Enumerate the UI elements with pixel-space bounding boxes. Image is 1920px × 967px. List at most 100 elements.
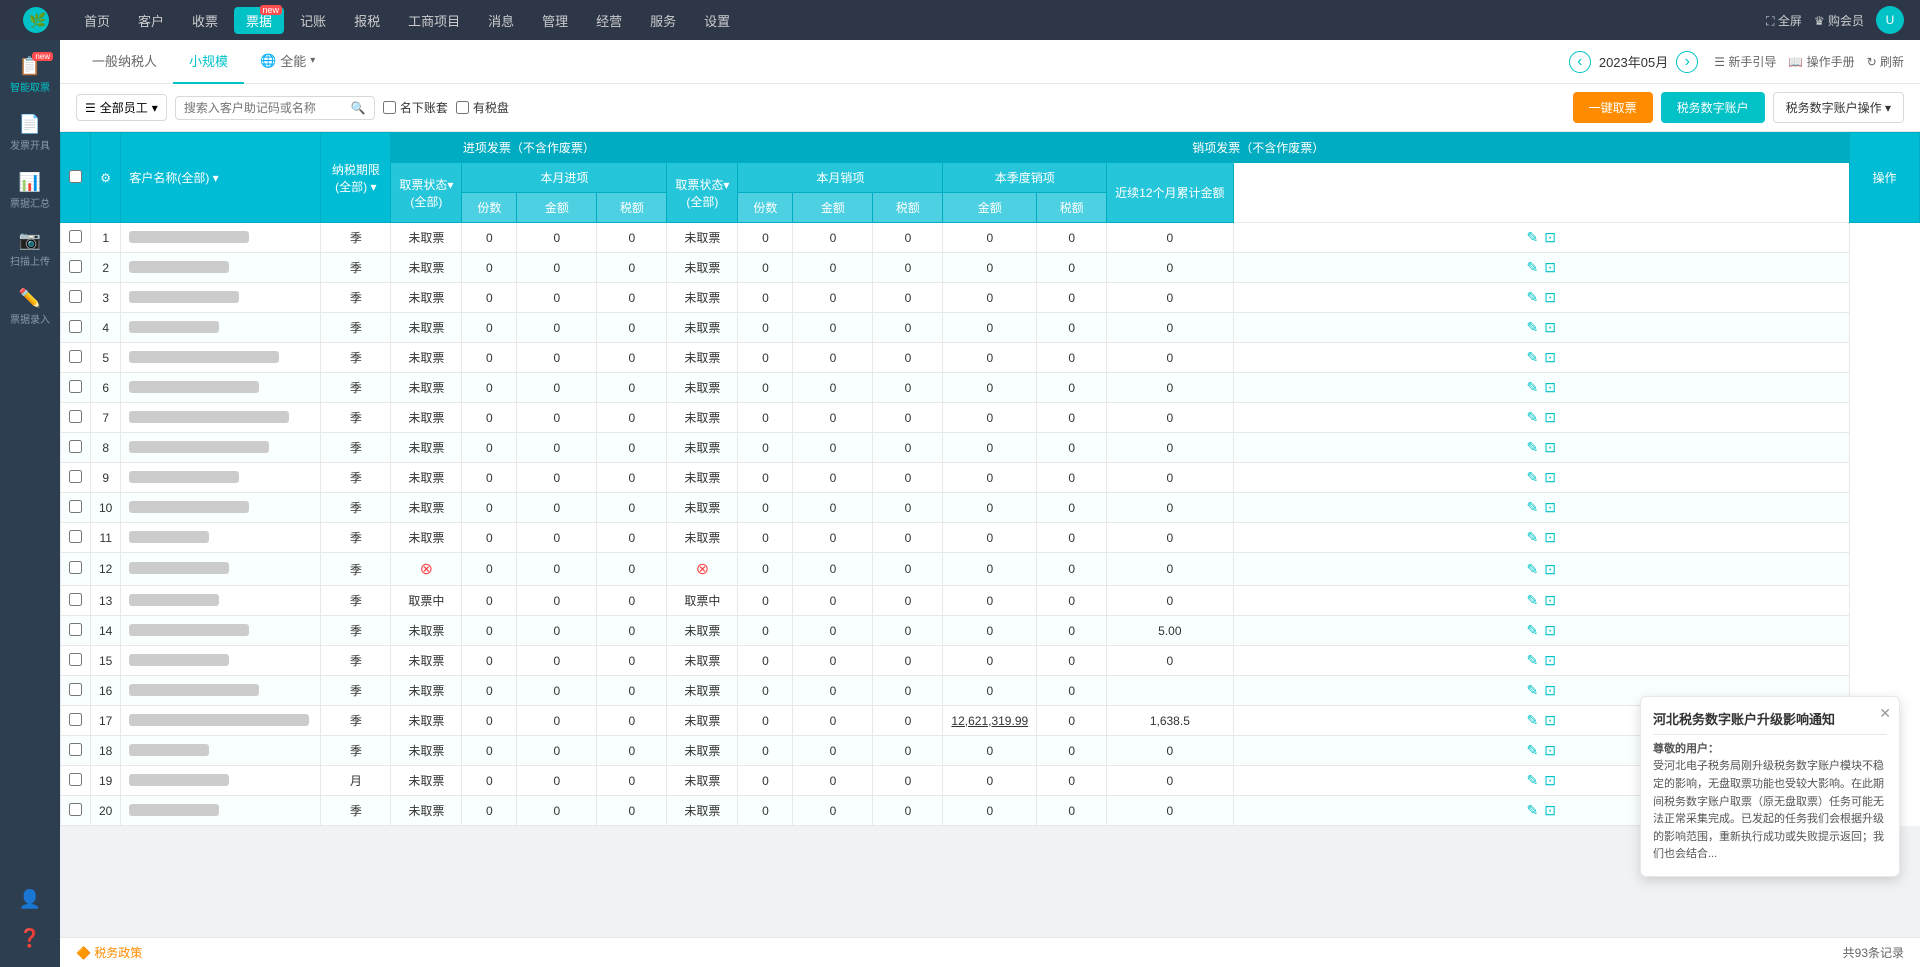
row-checkbox[interactable] (69, 320, 82, 333)
nav-tax[interactable]: 报税 (342, 7, 392, 34)
copy-icon[interactable]: ⊡ (1544, 379, 1556, 396)
row-checkbox[interactable] (69, 561, 82, 574)
th-in-status[interactable]: 取票状态▾(全部) (391, 163, 462, 223)
manual-link[interactable]: 📖 操作手册 (1788, 53, 1854, 70)
nav-service[interactable]: 服务 (638, 7, 688, 34)
row-checkbox[interactable] (69, 623, 82, 636)
one-click-btn[interactable]: 一键取票 (1573, 92, 1653, 123)
row-checkbox[interactable] (69, 440, 82, 453)
cell-checkbox[interactable] (61, 373, 91, 403)
copy-icon[interactable]: ⊡ (1544, 349, 1556, 366)
edit-icon[interactable]: ✎ (1527, 319, 1539, 336)
checkbox-has-disk-input[interactable] (456, 101, 469, 114)
row-checkbox[interactable] (69, 713, 82, 726)
copy-icon[interactable]: ⊡ (1544, 592, 1556, 609)
cell-checkbox[interactable] (61, 253, 91, 283)
refresh-link[interactable]: ↻ 刷新 (1867, 53, 1904, 70)
nav-client[interactable]: 客户 (126, 7, 176, 34)
fullscreen-btn[interactable]: ⛶ 全屏 (1766, 12, 1802, 29)
row-checkbox[interactable] (69, 500, 82, 513)
copy-icon[interactable]: ⊡ (1544, 319, 1556, 336)
edit-icon[interactable]: ✎ (1527, 439, 1539, 456)
checkbox-has-disk[interactable]: 有税盘 (456, 99, 509, 116)
cell-checkbox[interactable] (61, 283, 91, 313)
edit-icon[interactable]: ✎ (1527, 592, 1539, 609)
copy-icon[interactable]: ⊡ (1544, 682, 1556, 699)
copy-icon[interactable]: ⊡ (1544, 259, 1556, 276)
copy-icon[interactable]: ⊡ (1544, 622, 1556, 639)
tab-general-taxpayer[interactable]: 一般纳税人 (76, 40, 173, 84)
cell-checkbox[interactable] (61, 523, 91, 553)
copy-icon[interactable]: ⊡ (1544, 439, 1556, 456)
date-prev-arrow[interactable]: ‹ (1569, 51, 1591, 73)
sidebar-item-entry[interactable]: ✏️ 票据录入 (3, 280, 57, 334)
copy-icon[interactable]: ⊡ (1544, 652, 1556, 669)
tab-all-capable[interactable]: 🌐 全能 ▾ (244, 40, 331, 84)
edit-icon[interactable]: ✎ (1527, 772, 1539, 789)
row-checkbox[interactable] (69, 773, 82, 786)
cell-checkbox[interactable] (61, 586, 91, 616)
edit-icon[interactable]: ✎ (1527, 682, 1539, 699)
copy-icon[interactable]: ⊡ (1544, 499, 1556, 516)
copy-icon[interactable]: ⊡ (1544, 561, 1556, 578)
tax-ops-btn[interactable]: 税务数字账户操作 ▾ (1773, 92, 1904, 123)
row-checkbox[interactable] (69, 653, 82, 666)
copy-icon[interactable]: ⊡ (1544, 802, 1556, 819)
notification-close-btn[interactable]: ✕ (1879, 705, 1891, 722)
copy-icon[interactable]: ⊡ (1544, 772, 1556, 789)
checkbox-sub-accounts-input[interactable] (383, 101, 396, 114)
row-checkbox[interactable] (69, 530, 82, 543)
th-client-name[interactable]: 客户名称(全部) ▾ (121, 133, 321, 223)
guide-link[interactable]: ☰ 新手引导 (1714, 53, 1776, 70)
cell-checkbox[interactable] (61, 646, 91, 676)
cell-checkbox[interactable] (61, 616, 91, 646)
edit-icon[interactable]: ✎ (1527, 802, 1539, 819)
edit-icon[interactable]: ✎ (1527, 349, 1539, 366)
cell-checkbox[interactable] (61, 553, 91, 586)
tab-small-scale[interactable]: 小规模 (173, 40, 244, 84)
copy-icon[interactable]: ⊡ (1544, 742, 1556, 759)
nav-receive[interactable]: 收票 (180, 7, 230, 34)
edit-icon[interactable]: ✎ (1527, 469, 1539, 486)
employee-select[interactable]: ☰ 全部员工 ▾ (76, 94, 167, 121)
nav-manage[interactable]: 管理 (530, 7, 580, 34)
edit-icon[interactable]: ✎ (1527, 712, 1539, 729)
row-checkbox[interactable] (69, 470, 82, 483)
row-checkbox[interactable] (69, 380, 82, 393)
edit-icon[interactable]: ✎ (1527, 652, 1539, 669)
sidebar-item-smart-invoice[interactable]: 📋 智能取票 new (3, 48, 57, 102)
row-checkbox[interactable] (69, 803, 82, 816)
sidebar-item-open-invoice[interactable]: 📄 发票开具 (3, 106, 57, 160)
edit-icon[interactable]: ✎ (1527, 289, 1539, 306)
sidebar-item-scan[interactable]: 📷 扫描上传 (3, 222, 57, 276)
cell-checkbox[interactable] (61, 433, 91, 463)
edit-icon[interactable]: ✎ (1527, 259, 1539, 276)
edit-icon[interactable]: ✎ (1527, 379, 1539, 396)
nav-settings[interactable]: 设置 (692, 7, 742, 34)
row-checkbox[interactable] (69, 290, 82, 303)
row-checkbox[interactable] (69, 350, 82, 363)
edit-icon[interactable]: ✎ (1527, 499, 1539, 516)
nav-business[interactable]: 工商项目 (396, 7, 472, 34)
sidebar-item-user[interactable]: 👤 (3, 881, 57, 920)
edit-icon[interactable]: ✎ (1527, 742, 1539, 759)
nav-home[interactable]: 首页 (72, 7, 122, 34)
checkbox-sub-accounts[interactable]: 名下账套 (383, 99, 448, 116)
membership-btn[interactable]: ♛ 购会员 (1814, 12, 1864, 29)
cell-checkbox[interactable] (61, 313, 91, 343)
nav-operation[interactable]: 经营 (584, 7, 634, 34)
cell-checkbox[interactable] (61, 676, 91, 706)
copy-icon[interactable]: ⊡ (1544, 712, 1556, 729)
search-box[interactable]: 🔍 (175, 96, 375, 120)
copy-icon[interactable]: ⊡ (1544, 409, 1556, 426)
edit-icon[interactable]: ✎ (1527, 529, 1539, 546)
row-checkbox[interactable] (69, 260, 82, 273)
row-checkbox[interactable] (69, 683, 82, 696)
edit-icon[interactable]: ✎ (1527, 622, 1539, 639)
row-checkbox[interactable] (69, 230, 82, 243)
cell-checkbox[interactable] (61, 223, 91, 253)
tax-digital-btn[interactable]: 税务数字账户 (1661, 92, 1765, 123)
row-checkbox[interactable] (69, 593, 82, 606)
date-next-arrow[interactable]: › (1676, 51, 1698, 73)
edit-icon[interactable]: ✎ (1527, 561, 1539, 578)
